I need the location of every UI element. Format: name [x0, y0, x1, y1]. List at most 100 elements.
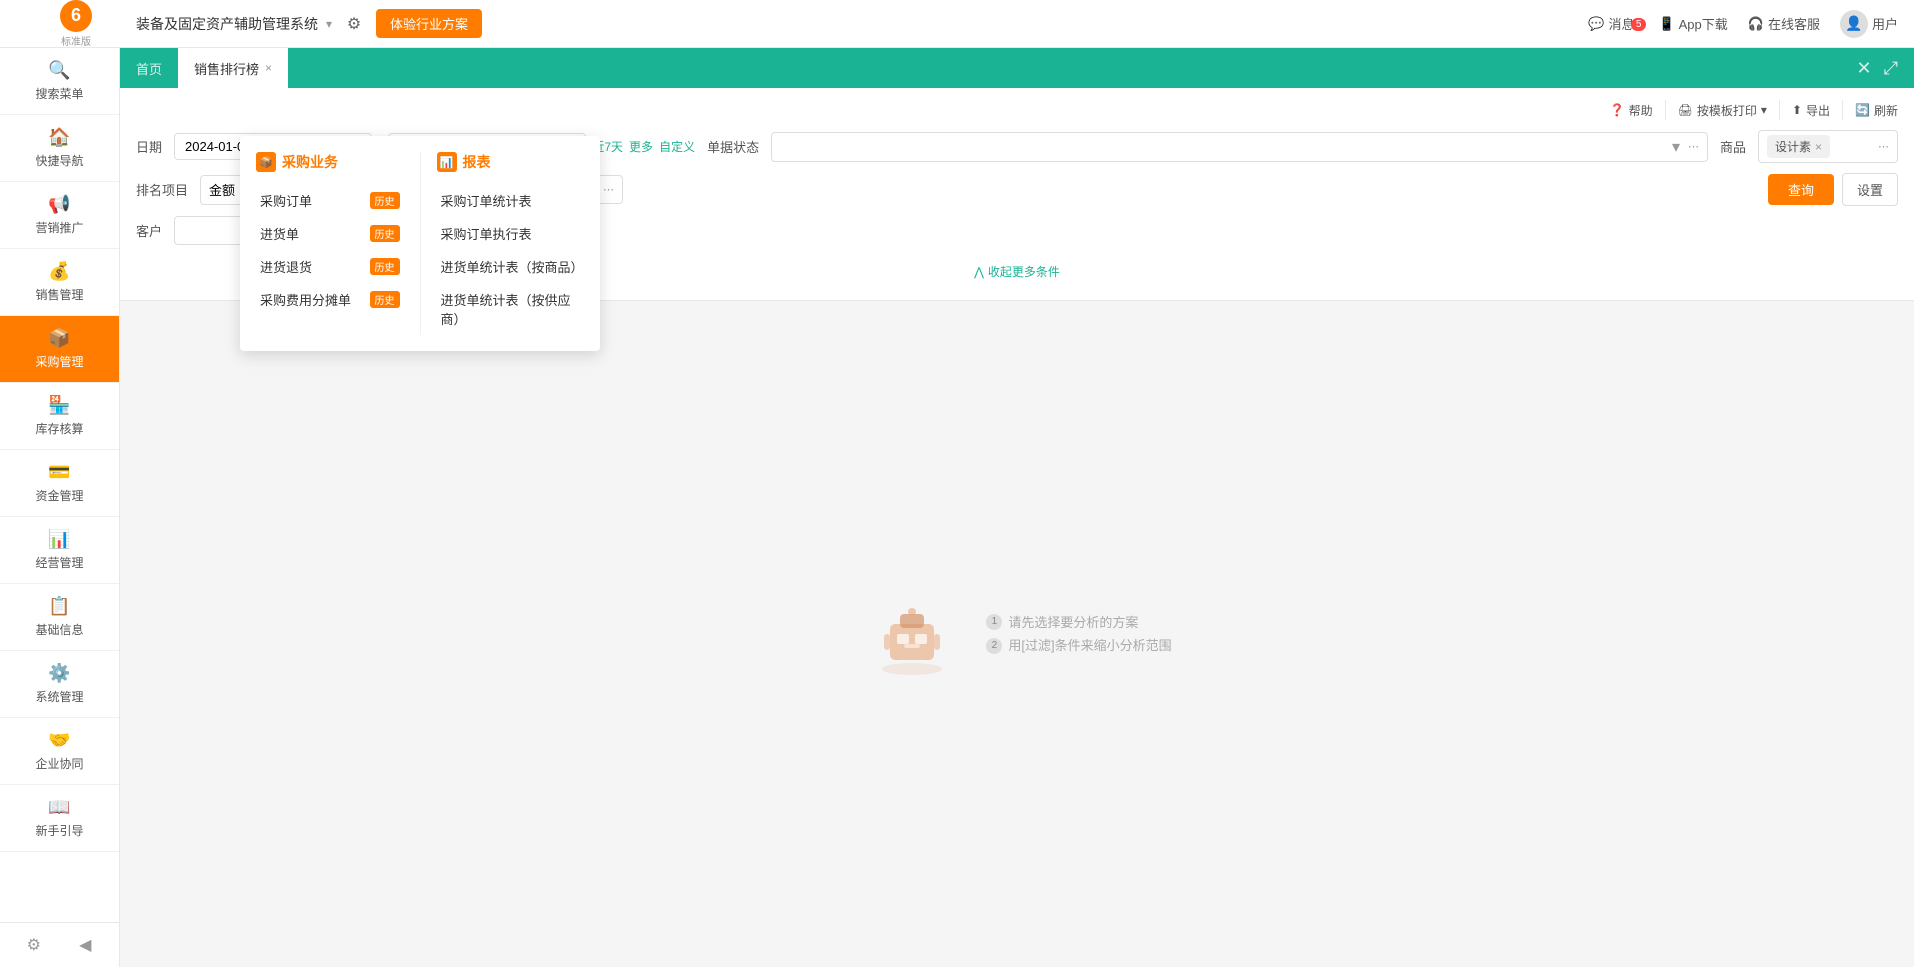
- industry-btn[interactable]: 体验行业方案: [376, 9, 482, 38]
- toolbar-divider-3: [1842, 100, 1843, 120]
- status-more-icon[interactable]: ⋯: [1688, 140, 1699, 153]
- top-bar: 6 标准版 装备及固定资产辅助管理系统 ▾ ⚙ 体验行业方案 💬 消息 5 📱 …: [0, 0, 1914, 48]
- tab-bar: 首页 销售排行榜 × ✕ ⤢: [120, 48, 1914, 88]
- empty-state: 1 请先选择要分析的方案 2 用[过滤]条件来缩小分析范围: [120, 301, 1914, 967]
- empty-row-2: 2 用[过滤]条件来缩小分析范围: [986, 634, 1171, 657]
- rank-item-value: 金额: [209, 180, 235, 199]
- messages-btn[interactable]: 💬 消息 5: [1588, 14, 1638, 33]
- system-settings-icon[interactable]: ⚙: [340, 10, 368, 38]
- dropdown-item-incoming-supplier-stat[interactable]: 进货单统计表（按供应商）: [437, 283, 585, 335]
- date-label: 日期: [136, 137, 162, 156]
- sidebar-label-basic: 基础信息: [35, 621, 83, 638]
- help-btn[interactable]: ❓ 帮助: [1610, 102, 1653, 119]
- goods-label: 商品: [1720, 137, 1746, 156]
- dropdown-col2-title: 📊 报表: [437, 152, 585, 172]
- dropdown-item-incoming-supplier-stat-label: 进货单统计表（按供应商）: [441, 290, 581, 328]
- dropdown-item-return[interactable]: 进货退货 历史: [256, 250, 404, 283]
- collapse-up-icon: ⋀: [974, 265, 984, 279]
- tab-close-icon[interactable]: ×: [265, 61, 272, 75]
- sidebar-item-marketing[interactable]: 📢 营销推广: [0, 182, 119, 249]
- dropdown-item-purchase-stat[interactable]: 采购订单统计表: [437, 184, 585, 217]
- guide-icon: 📖: [48, 797, 70, 818]
- customer-placeholder: [183, 221, 196, 240]
- rank-item-label: 排名项目: [136, 180, 188, 199]
- sales-icon: 💰: [48, 261, 70, 282]
- dropdown-col1-label: 采购业务: [282, 152, 338, 172]
- sidebar-item-quicknav[interactable]: 🏠 快捷导航: [0, 115, 119, 182]
- system-icon: ⚙️: [48, 663, 70, 684]
- message-badge: 5: [1631, 18, 1647, 31]
- tab-close-window-btn[interactable]: ✕: [1857, 58, 1872, 79]
- status-label: 单据状态: [707, 137, 759, 156]
- logo-icon: 6: [60, 0, 92, 32]
- message-icon: 💬: [1588, 16, 1604, 32]
- sidebar-item-basic[interactable]: 📋 基础信息: [0, 584, 119, 651]
- status-dropdown-icon[interactable]: ▾: [1672, 137, 1680, 157]
- refresh-btn[interactable]: 🔄 刷新: [1855, 102, 1898, 119]
- sidebar-item-collab[interactable]: 🤝 企业协同: [0, 718, 119, 785]
- dropdown-item-incoming-goods-stat[interactable]: 进货单统计表（按商品）: [437, 250, 585, 283]
- system-title: 装备及固定资产辅助管理系统: [136, 14, 318, 34]
- sidebar-label-sales: 销售管理: [35, 286, 83, 303]
- sidebar-item-sales[interactable]: 💰 销售管理: [0, 249, 119, 316]
- dropdown-item-expense-label: 采购费用分摊单: [260, 290, 351, 309]
- top-bar-center: 装备及固定资产辅助管理系统 ▾ ⚙ 体验行业方案: [136, 9, 1588, 38]
- tab-home[interactable]: 首页: [120, 48, 178, 88]
- date-link-more[interactable]: 更多: [629, 138, 653, 155]
- dropdown-item-incoming[interactable]: 进货单 历史: [256, 217, 404, 250]
- date-link-custom[interactable]: 自定义: [659, 138, 695, 155]
- toolbar-divider-2: [1779, 100, 1780, 120]
- dropdown-item-purchase-stat-label: 采购订单统计表: [441, 191, 532, 210]
- sidebar-item-operation[interactable]: 📊 经营管理: [0, 517, 119, 584]
- home-icon: 🏠: [48, 127, 70, 148]
- report-col-icon: 📊: [437, 152, 457, 172]
- dropdown-item-purchase-exec[interactable]: 采购订单执行表: [437, 217, 585, 250]
- sidebar-collapse-btn[interactable]: ◀: [64, 935, 108, 955]
- search-btn[interactable]: 查询: [1768, 174, 1834, 205]
- staff-more-icon[interactable]: ⋯: [603, 183, 614, 196]
- dropdown-col-report: 📊 报表 采购订单统计表 采购订单执行表 进货单统计表（按商品） 进货单统计表（…: [437, 152, 585, 335]
- dropdown-col1-title: 📦 采购业务: [256, 152, 404, 172]
- dropdown-item-return-badge: 历史: [370, 258, 400, 275]
- refresh-label: 刷新: [1874, 102, 1898, 119]
- app-download-btn[interactable]: 📱 App下载: [1658, 14, 1727, 33]
- dropdown-item-expense-badge: 历史: [370, 291, 400, 308]
- customer-label: 客户: [136, 221, 162, 240]
- hint-num-2: 2: [986, 638, 1002, 654]
- sidebar-item-finance[interactable]: 💳 资金管理: [0, 450, 119, 517]
- sidebar-label-system: 系统管理: [35, 688, 83, 705]
- sidebar-item-inventory[interactable]: 🏪 库存核算: [0, 383, 119, 450]
- dropdown-item-incoming-label: 进货单: [260, 224, 299, 243]
- goods-tag: 设计素 ×: [1767, 135, 1830, 158]
- sidebar-label-collab: 企业协同: [35, 755, 83, 772]
- sidebar-settings-btn[interactable]: ⚙: [12, 935, 56, 955]
- dropdown-item-expense[interactable]: 采购费用分摊单 历史: [256, 283, 404, 316]
- goods-tag-close-icon[interactable]: ×: [1815, 140, 1822, 154]
- dropdown-item-purchase-order[interactable]: 采购订单 历史: [256, 184, 404, 217]
- system-dropdown-arrow[interactable]: ▾: [326, 17, 332, 31]
- dropdown-col2-label: 报表: [463, 152, 491, 172]
- sidebar-item-search[interactable]: 🔍 搜索菜单: [0, 48, 119, 115]
- goods-more-icon[interactable]: ⋯: [1878, 140, 1889, 153]
- collapse-label: 收起更多条件: [988, 263, 1060, 280]
- setting-btn[interactable]: 设置: [1842, 173, 1898, 206]
- tab-sales-rank[interactable]: 销售排行榜 ×: [178, 48, 288, 88]
- export-btn[interactable]: ⬆ 导出: [1792, 102, 1830, 119]
- sidebar-bottom: ⚙ ◀: [0, 922, 119, 967]
- sidebar-label-quicknav: 快捷导航: [35, 152, 83, 169]
- empty-illustration: [862, 584, 962, 684]
- print-btn[interactable]: 🖨 按模板打印 ▾: [1678, 102, 1767, 119]
- refresh-icon: 🔄: [1855, 103, 1870, 117]
- tab-maximize-btn[interactable]: ⤢: [1884, 58, 1898, 79]
- sidebar-item-system[interactable]: ⚙️ 系统管理: [0, 651, 119, 718]
- sidebar-item-guide[interactable]: 📖 新手引导: [0, 785, 119, 852]
- sidebar-item-purchase[interactable]: 📦 采购管理: [0, 316, 119, 383]
- purchase-col-icon: 📦: [256, 152, 276, 172]
- online-service-btn[interactable]: 🎧 在线客服: [1748, 14, 1820, 33]
- dropdown-item-purchase-order-badge: 历史: [370, 192, 400, 209]
- print-dropdown-icon[interactable]: ▾: [1761, 103, 1767, 117]
- user-btn[interactable]: 👤 用户: [1840, 10, 1898, 38]
- hint-num-1: 1: [986, 614, 1002, 630]
- print-label: 按模板打印: [1697, 102, 1757, 119]
- tab-bar-actions: ✕ ⤢: [1857, 58, 1914, 79]
